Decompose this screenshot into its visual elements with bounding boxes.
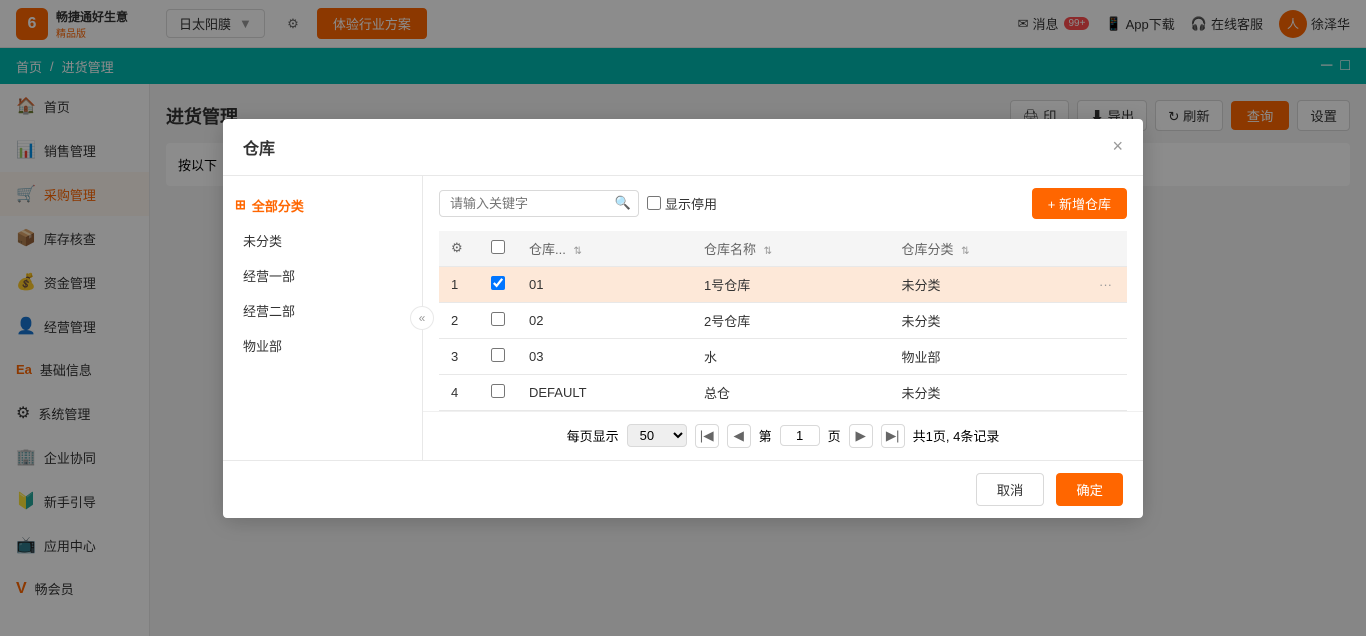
sort-icon-category: ⇅ [961, 246, 969, 257]
col-actions [1087, 231, 1127, 267]
cancel-button[interactable]: 取消 [976, 473, 1045, 506]
select-all-checkbox[interactable] [491, 240, 505, 254]
table-row[interactable]: 4 DEFAULT 总仓 未分类 [439, 374, 1127, 410]
category-item-dept2[interactable]: 经营二部 [223, 293, 422, 328]
total-info: 共1页, 4条记录 [913, 426, 1000, 445]
search-input[interactable] [439, 190, 639, 217]
table-row[interactable]: 1 01 1号仓库 未分类 ··· [439, 266, 1127, 302]
row-category: 未分类 [890, 302, 1088, 338]
row-checkbox[interactable] [491, 384, 505, 398]
row-num: 1 [439, 266, 479, 302]
table-row[interactable]: 2 02 2号仓库 未分类 [439, 302, 1127, 338]
modal-title: 仓库 [243, 135, 275, 159]
row-dots[interactable] [1087, 338, 1127, 374]
row-num: 3 [439, 338, 479, 374]
row-num: 4 [439, 374, 479, 410]
col-checkbox [479, 231, 517, 267]
row-checkbox[interactable] [491, 312, 505, 326]
modal-overlay: 仓库 × ⊞ 全部分类 « 未分类 经营一部 经营二部 物业部 [0, 0, 1366, 636]
row-name: 水 [692, 338, 889, 374]
per-page-label: 每页显示 [567, 426, 619, 445]
category-panel: ⊞ 全部分类 « 未分类 经营一部 经营二部 物业部 [223, 176, 423, 460]
row-category: 物业部 [890, 338, 1088, 374]
category-item-dept1[interactable]: 经营一部 [223, 258, 422, 293]
table-wrap: ⚙ 仓库... ⇅ 仓库名称 [423, 231, 1143, 411]
page-suffix: 页 [828, 426, 841, 445]
row-actions-icon[interactable]: ··· [1099, 277, 1112, 292]
row-name: 2号仓库 [692, 302, 889, 338]
col-name: 仓库名称 ⇅ [692, 231, 889, 267]
row-code: 01 [517, 266, 692, 302]
modal-header: 仓库 × [223, 119, 1143, 176]
warehouse-table-panel: 🔍 显示停用 + 新增仓库 ⚙ [423, 176, 1143, 460]
row-checkbox[interactable] [491, 348, 505, 362]
row-checkbox-cell [479, 338, 517, 374]
page-number-input[interactable] [780, 425, 820, 446]
modal-body: ⊞ 全部分类 « 未分类 经营一部 经营二部 物业部 🔍 [223, 176, 1143, 460]
row-dots[interactable]: ··· [1087, 266, 1127, 302]
search-wrap: 🔍 [439, 190, 639, 217]
row-name: 1号仓库 [692, 266, 889, 302]
confirm-button[interactable]: 确定 [1056, 473, 1123, 506]
show-disabled-checkbox[interactable] [647, 196, 661, 210]
row-dots[interactable] [1087, 302, 1127, 338]
row-code: DEFAULT [517, 374, 692, 410]
warehouse-table: ⚙ 仓库... ⇅ 仓库名称 [439, 231, 1127, 411]
row-num: 2 [439, 302, 479, 338]
show-disabled-checkbox-wrap[interactable]: 显示停用 [647, 194, 717, 213]
row-category: 未分类 [890, 266, 1088, 302]
row-dots[interactable] [1087, 374, 1127, 410]
warehouse-modal: 仓库 × ⊞ 全部分类 « 未分类 经营一部 经营二部 物业部 [223, 119, 1143, 518]
modal-footer: 取消 确定 [223, 460, 1143, 518]
col-code: 仓库... ⇅ [517, 231, 692, 267]
per-page-select[interactable]: 50 100 200 [627, 424, 687, 447]
category-item-unclassified[interactable]: 未分类 [223, 223, 422, 258]
prev-page-button[interactable]: ◀ [727, 424, 751, 448]
table-toolbar: 🔍 显示停用 + 新增仓库 [423, 176, 1143, 231]
row-checkbox[interactable] [491, 276, 505, 290]
row-checkbox-cell [479, 266, 517, 302]
collapse-button[interactable]: « [410, 306, 434, 330]
next-page-button[interactable]: ▶ [849, 424, 873, 448]
add-warehouse-button[interactable]: + 新增仓库 [1032, 188, 1127, 219]
row-name: 总仓 [692, 374, 889, 410]
sort-icon-code: ⇅ [573, 246, 581, 257]
table-header-row: ⚙ 仓库... ⇅ 仓库名称 [439, 231, 1127, 267]
pagination: 每页显示 50 100 200 |◀ ◀ 第 页 ▶ ▶| 共1页, 4条记录 [423, 411, 1143, 460]
row-checkbox-cell [479, 374, 517, 410]
page-label: 第 [759, 426, 772, 445]
col-category: 仓库分类 ⇅ [890, 231, 1088, 267]
grid-icon: ⊞ [235, 197, 246, 213]
sort-icon-name: ⇅ [764, 246, 772, 257]
first-page-button[interactable]: |◀ [695, 424, 719, 448]
col-settings: ⚙ [439, 231, 479, 267]
category-item-property[interactable]: 物业部 [223, 328, 422, 363]
last-page-button[interactable]: ▶| [881, 424, 905, 448]
table-row[interactable]: 3 03 水 物业部 [439, 338, 1127, 374]
modal-close-button[interactable]: × [1112, 136, 1123, 157]
row-category: 未分类 [890, 374, 1088, 410]
search-icon[interactable]: 🔍 [615, 195, 631, 211]
row-code: 03 [517, 338, 692, 374]
category-header: ⊞ 全部分类 [223, 188, 422, 223]
row-checkbox-cell [479, 302, 517, 338]
row-code: 02 [517, 302, 692, 338]
